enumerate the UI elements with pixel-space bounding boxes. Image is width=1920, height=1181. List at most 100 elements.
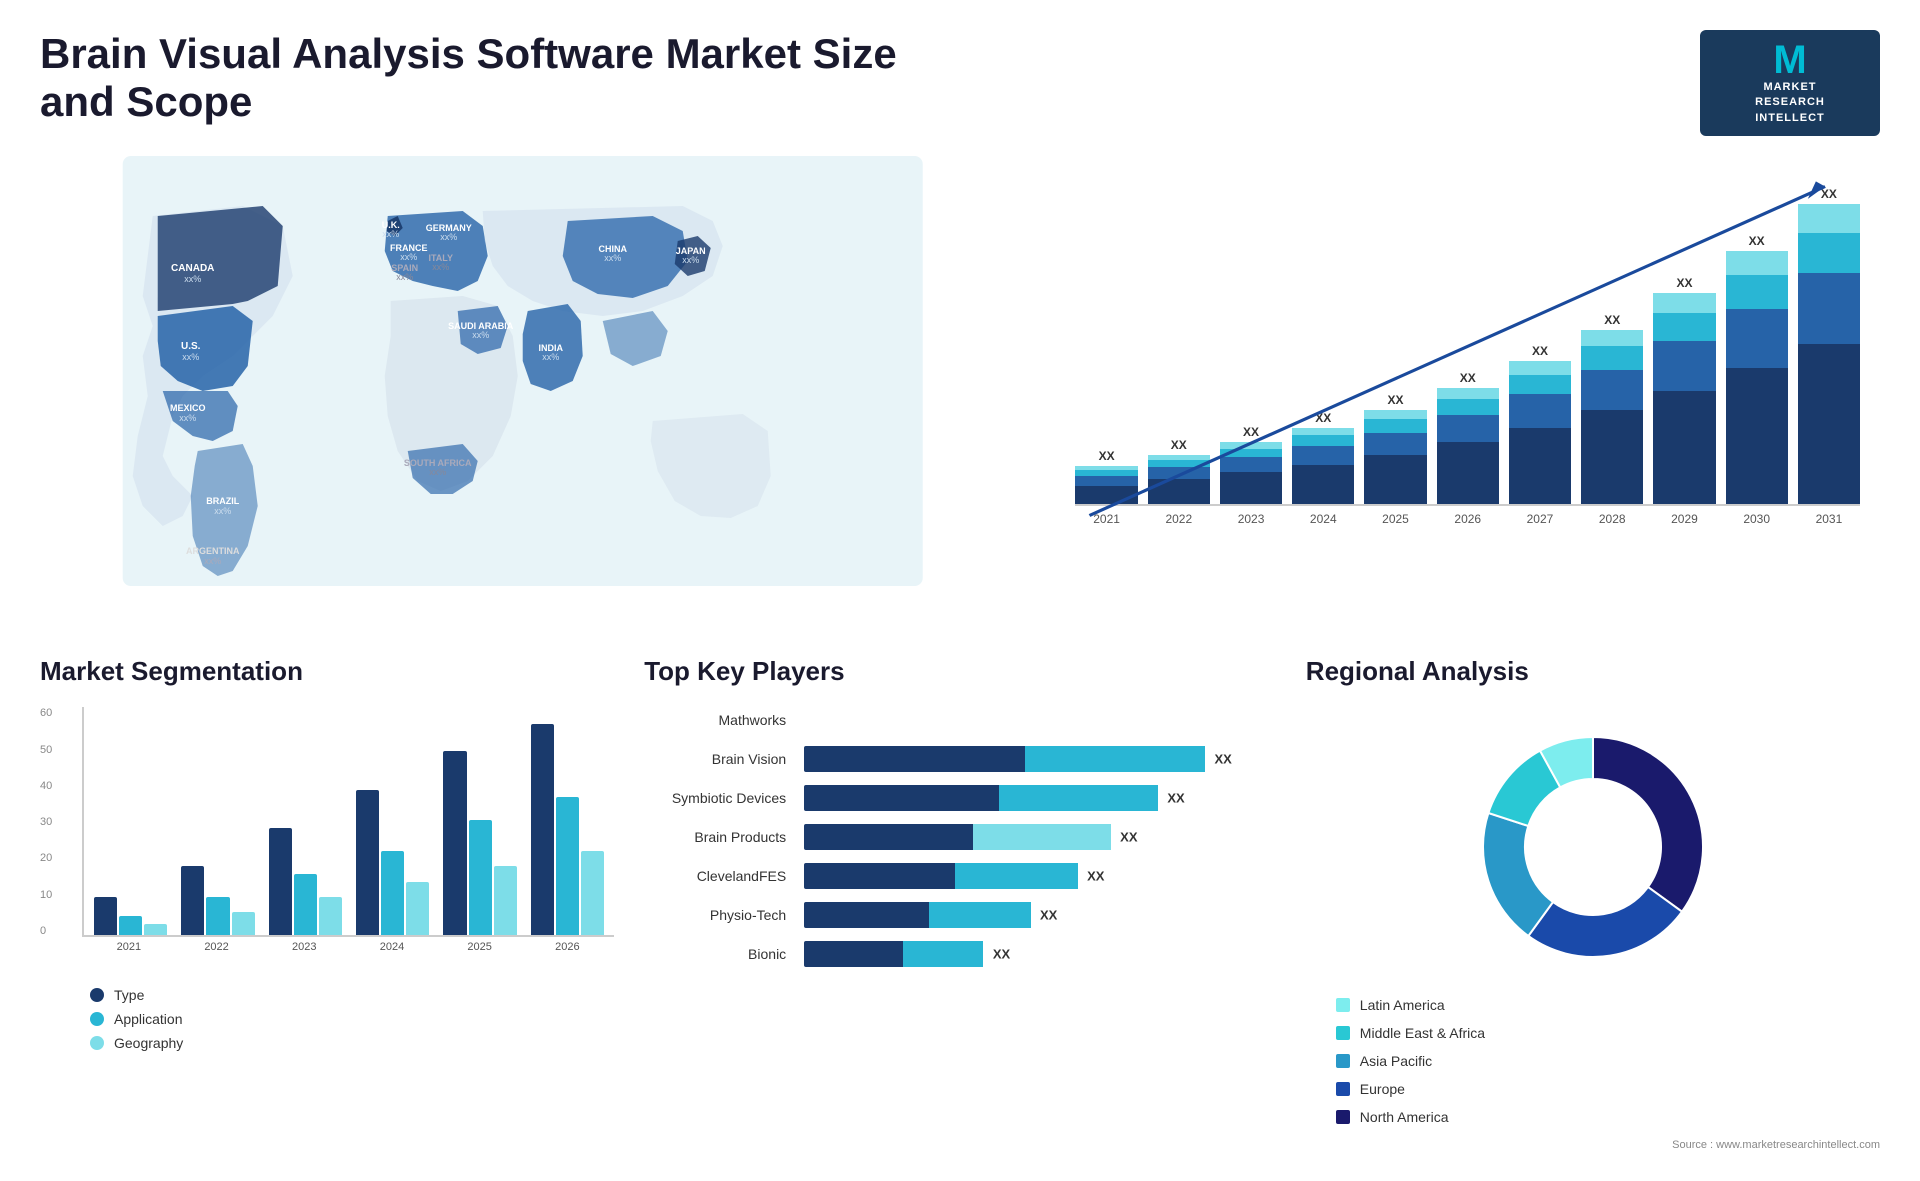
bar-stack bbox=[1292, 428, 1354, 505]
bar-segment bbox=[1726, 275, 1788, 310]
regional-legend-item: North America bbox=[1336, 1109, 1449, 1125]
bar-segment bbox=[1364, 455, 1426, 504]
bar-top-label: XX bbox=[1821, 187, 1837, 201]
player-row: BionicXX bbox=[644, 941, 1276, 967]
player-row: Brain VisionXX bbox=[644, 746, 1276, 772]
legend-label-geography: Geography bbox=[114, 1035, 183, 1051]
player-name: Brain Vision bbox=[644, 751, 794, 767]
seg-x-label: 2026 bbox=[531, 941, 605, 953]
bar-top-label: XX bbox=[1676, 276, 1692, 290]
svg-text:MEXICO: MEXICO bbox=[170, 403, 206, 413]
player-row: ClevelandFESXX bbox=[644, 863, 1276, 889]
regional-legend-label: Asia Pacific bbox=[1360, 1053, 1432, 1069]
seg-y-10: 10 bbox=[40, 889, 52, 901]
seg-bar bbox=[181, 866, 204, 935]
bar-x-label: 2023 bbox=[1220, 512, 1282, 526]
regional-legend-label: North America bbox=[1360, 1109, 1449, 1125]
seg-group bbox=[356, 790, 429, 936]
bar-segment bbox=[1292, 465, 1354, 505]
bar-x-label: 2024 bbox=[1292, 512, 1354, 526]
bar-x-label: 2021 bbox=[1075, 512, 1137, 526]
svg-text:U.S.: U.S. bbox=[181, 341, 201, 352]
legend-dot-application bbox=[90, 1012, 104, 1026]
bar-segment bbox=[1364, 410, 1426, 419]
player-bar-label: XX bbox=[1087, 869, 1104, 884]
regional-legend-dot bbox=[1336, 998, 1350, 1012]
seg-bar bbox=[556, 797, 579, 935]
legend-dot-type bbox=[90, 988, 104, 1002]
legend-label-application: Application bbox=[114, 1011, 183, 1027]
bar-top-label: XX bbox=[1604, 313, 1620, 327]
bar-stack bbox=[1581, 330, 1643, 504]
seg-x-label: 2024 bbox=[355, 941, 429, 953]
logo: M MARKET RESEARCH INTELLECT bbox=[1700, 30, 1880, 136]
bar-segment bbox=[1364, 433, 1426, 455]
seg-y-axis: 0 10 20 30 40 50 60 bbox=[40, 707, 52, 937]
bar-stack bbox=[1364, 410, 1426, 504]
bar-group: XX bbox=[1364, 393, 1426, 504]
seg-x-label: 2021 bbox=[92, 941, 166, 953]
donut-chart bbox=[1306, 707, 1880, 987]
bar-x-label: 2031 bbox=[1798, 512, 1860, 526]
seg-y-40: 40 bbox=[40, 780, 52, 792]
seg-group bbox=[443, 751, 516, 935]
player-bar bbox=[804, 863, 1078, 889]
svg-text:xx%: xx% bbox=[214, 506, 231, 516]
seg-y-30: 30 bbox=[40, 816, 52, 828]
bar-x-label: 2025 bbox=[1364, 512, 1426, 526]
player-bar bbox=[804, 902, 1030, 928]
regional-analysis: Regional Analysis Latin AmericaMiddle Ea… bbox=[1306, 656, 1880, 1151]
player-row: Physio-TechXX bbox=[644, 902, 1276, 928]
player-bar-label: XX bbox=[1167, 791, 1184, 806]
bar-group: XX bbox=[1292, 411, 1354, 505]
legend-geography: Geography bbox=[90, 1035, 614, 1051]
bar-segment bbox=[1653, 391, 1715, 505]
logo-text: MARKET RESEARCH INTELLECT bbox=[1755, 80, 1825, 126]
seg-legend: Type Application Geography bbox=[40, 987, 614, 1051]
bar-segment bbox=[1148, 479, 1210, 504]
player-bar bbox=[804, 746, 1205, 772]
bar-group: XX bbox=[1437, 371, 1499, 504]
player-row: Brain ProductsXX bbox=[644, 824, 1276, 850]
bar-segment bbox=[1437, 399, 1499, 415]
bar-stack bbox=[1075, 466, 1137, 504]
player-name: Mathworks bbox=[644, 712, 794, 728]
bar-top-label: XX bbox=[1532, 344, 1548, 358]
player-row: Symbiotic DevicesXX bbox=[644, 785, 1276, 811]
bar-segment bbox=[1075, 476, 1137, 486]
bar-segment bbox=[1292, 435, 1354, 446]
legend-dot-geography bbox=[90, 1036, 104, 1050]
seg-bar bbox=[443, 751, 466, 935]
seg-bar bbox=[494, 866, 517, 935]
bar-x-label: 2026 bbox=[1437, 512, 1499, 526]
seg-bar bbox=[232, 912, 255, 935]
player-bar-wrap bbox=[804, 707, 1276, 733]
svg-text:xx%: xx% bbox=[382, 229, 399, 239]
player-bar bbox=[804, 941, 983, 967]
bar-segment bbox=[1581, 370, 1643, 411]
bar-top-label: XX bbox=[1243, 425, 1259, 439]
seg-x-label: 2022 bbox=[180, 941, 254, 953]
seg-group bbox=[94, 897, 167, 935]
bar-segment bbox=[1437, 442, 1499, 504]
player-bar-wrap: XX bbox=[804, 863, 1276, 889]
seg-bar bbox=[206, 897, 229, 935]
player-name: Brain Products bbox=[644, 829, 794, 845]
bar-segment bbox=[1220, 457, 1282, 472]
bar-stack bbox=[1437, 388, 1499, 504]
seg-y-60: 60 bbox=[40, 707, 52, 719]
segmentation-title: Market Segmentation bbox=[40, 656, 614, 687]
bar-segment bbox=[1148, 467, 1210, 479]
bar-segment bbox=[1437, 415, 1499, 442]
bar-x-label: 2027 bbox=[1509, 512, 1571, 526]
svg-text:xx%: xx% bbox=[542, 352, 559, 362]
svg-text:xx%: xx% bbox=[432, 262, 449, 272]
regional-legend-item: Middle East & Africa bbox=[1336, 1025, 1485, 1041]
svg-text:xx%: xx% bbox=[204, 556, 221, 566]
top-section: CANADA xx% U.S. xx% MEXICO xx% BRAZIL xx… bbox=[40, 156, 1880, 616]
seg-group bbox=[269, 828, 342, 935]
bar-segment bbox=[1292, 446, 1354, 465]
seg-bar bbox=[381, 851, 404, 935]
player-bar-label: XX bbox=[993, 947, 1010, 962]
bar-top-label: XX bbox=[1749, 234, 1765, 248]
